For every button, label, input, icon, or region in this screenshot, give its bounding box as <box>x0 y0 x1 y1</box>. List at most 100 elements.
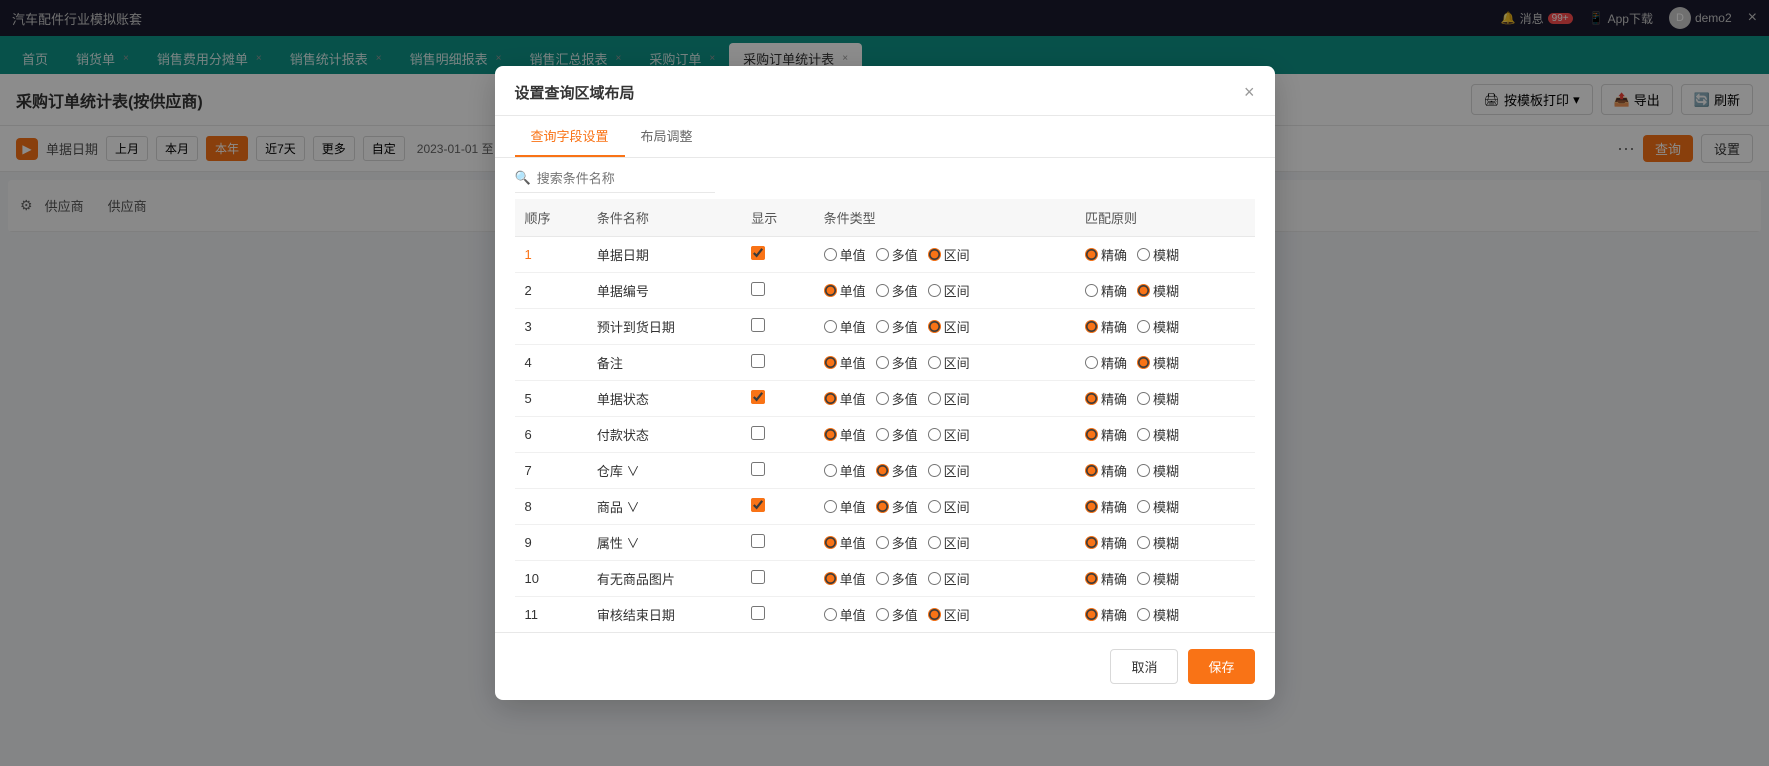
radio-match-模糊[interactable]: 模糊 <box>1137 569 1179 588</box>
cell-order: 2 <box>515 273 587 309</box>
display-checkbox[interactable] <box>751 390 765 404</box>
display-checkbox[interactable] <box>751 606 765 620</box>
radio-match-精确[interactable]: 精确 <box>1085 353 1127 372</box>
cancel-button[interactable]: 取消 <box>1110 649 1178 684</box>
display-checkbox[interactable] <box>751 246 765 260</box>
table-row: 10有无商品图片单值多值区间精确模糊 <box>515 561 1255 597</box>
radio-type-单值[interactable]: 单值 <box>824 245 866 264</box>
radio-match-模糊[interactable]: 模糊 <box>1137 317 1179 336</box>
radio-type-多值[interactable]: 多值 <box>876 245 918 264</box>
radio-match-模糊[interactable]: 模糊 <box>1137 281 1179 300</box>
radio-type-多值[interactable]: 多值 <box>876 425 918 444</box>
radio-type-多值[interactable]: 多值 <box>876 389 918 408</box>
radio-type-单值[interactable]: 单值 <box>824 389 866 408</box>
radio-type-多值[interactable]: 多值 <box>876 497 918 516</box>
radio-type-单值[interactable]: 单值 <box>824 533 866 552</box>
cell-display <box>741 561 813 597</box>
cell-name: 审核结束日期 <box>587 597 741 633</box>
radio-type-多值[interactable]: 多值 <box>876 281 918 300</box>
radio-type-区间[interactable]: 区间 <box>928 389 970 408</box>
radio-type-区间[interactable]: 区间 <box>928 281 970 300</box>
radio-type-区间[interactable]: 区间 <box>928 317 970 336</box>
radio-type-单值[interactable]: 单值 <box>824 461 866 480</box>
cell-type: 单值多值区间 <box>814 525 1075 561</box>
radio-match-模糊[interactable]: 模糊 <box>1137 533 1179 552</box>
radio-type-区间[interactable]: 区间 <box>928 461 970 480</box>
radio-match-精确[interactable]: 精确 <box>1085 533 1127 552</box>
radio-match-精确[interactable]: 精确 <box>1085 605 1127 624</box>
display-checkbox[interactable] <box>751 426 765 440</box>
radio-type-多值[interactable]: 多值 <box>876 569 918 588</box>
radio-type-区间[interactable]: 区间 <box>928 605 970 624</box>
radio-match-模糊[interactable]: 模糊 <box>1137 605 1179 624</box>
radio-type-多值[interactable]: 多值 <box>876 461 918 480</box>
cell-name: 商品 ∨ <box>587 489 741 525</box>
radio-type-多值[interactable]: 多值 <box>876 353 918 372</box>
cell-display <box>741 597 813 633</box>
table-row: 4备注单值多值区间精确模糊 <box>515 345 1255 381</box>
radio-match-精确[interactable]: 精确 <box>1085 497 1127 516</box>
radio-match-模糊[interactable]: 模糊 <box>1137 353 1179 372</box>
radio-type-单值[interactable]: 单值 <box>824 425 866 444</box>
radio-type-区间[interactable]: 区间 <box>928 425 970 444</box>
display-checkbox[interactable] <box>751 282 765 296</box>
radio-match-模糊[interactable]: 模糊 <box>1137 497 1179 516</box>
radio-type-单值[interactable]: 单值 <box>824 281 866 300</box>
modal-tab-layout-adjust[interactable]: 布局调整 <box>625 116 709 157</box>
cell-order: 7 <box>515 453 587 489</box>
display-checkbox[interactable] <box>751 534 765 548</box>
radio-type-单值[interactable]: 单值 <box>824 353 866 372</box>
radio-type-多值[interactable]: 多值 <box>876 533 918 552</box>
radio-type-区间[interactable]: 区间 <box>928 533 970 552</box>
cell-display <box>741 453 813 489</box>
radio-match-精确[interactable]: 精确 <box>1085 317 1127 336</box>
radio-match-精确[interactable]: 精确 <box>1085 389 1127 408</box>
modal-footer: 取消 保存 <box>495 632 1275 700</box>
radio-type-多值[interactable]: 多值 <box>876 605 918 624</box>
radio-type-区间[interactable]: 区间 <box>928 353 970 372</box>
radio-match-模糊[interactable]: 模糊 <box>1137 461 1179 480</box>
cell-order: 8 <box>515 489 587 525</box>
radio-match-模糊[interactable]: 模糊 <box>1137 389 1179 408</box>
table-row: 8商品 ∨单值多值区间精确模糊 <box>515 489 1255 525</box>
radio-match-精确[interactable]: 精确 <box>1085 461 1127 480</box>
radio-type-单值[interactable]: 单值 <box>824 497 866 516</box>
modal-tab-query-fields[interactable]: 查询字段设置 <box>515 116 625 157</box>
save-button[interactable]: 保存 <box>1188 649 1254 684</box>
th-order: 顺序 <box>515 199 587 237</box>
th-match: 匹配原则 <box>1075 199 1255 237</box>
th-display: 显示 <box>741 199 813 237</box>
radio-match-模糊[interactable]: 模糊 <box>1137 245 1179 264</box>
radio-match-精确[interactable]: 精确 <box>1085 569 1127 588</box>
modal-search-area: 🔍 <box>495 158 1275 199</box>
radio-type-区间[interactable]: 区间 <box>928 245 970 264</box>
search-input[interactable] <box>537 171 715 186</box>
display-checkbox[interactable] <box>751 498 765 512</box>
radio-match-精确[interactable]: 精确 <box>1085 425 1127 444</box>
display-checkbox[interactable] <box>751 462 765 476</box>
modal-overlay: 设置查询区域布局 × 查询字段设置 布局调整 🔍 顺序 <box>0 0 1769 766</box>
radio-match-模糊[interactable]: 模糊 <box>1137 425 1179 444</box>
cell-match: 精确模糊 <box>1075 345 1255 381</box>
cell-name: 有无商品图片 <box>587 561 741 597</box>
radio-type-多值[interactable]: 多值 <box>876 317 918 336</box>
cell-display <box>741 309 813 345</box>
display-checkbox[interactable] <box>751 354 765 368</box>
radio-match-精确[interactable]: 精确 <box>1085 245 1127 264</box>
cell-display <box>741 273 813 309</box>
radio-type-单值[interactable]: 单值 <box>824 317 866 336</box>
cell-type: 单值多值区间 <box>814 237 1075 273</box>
cell-match: 精确模糊 <box>1075 597 1255 633</box>
radio-type-单值[interactable]: 单值 <box>824 605 866 624</box>
display-checkbox[interactable] <box>751 570 765 584</box>
display-checkbox[interactable] <box>751 318 765 332</box>
modal-close-button[interactable]: × <box>1244 82 1255 103</box>
cell-type: 单值多值区间 <box>814 381 1075 417</box>
cell-name: 单据状态 <box>587 381 741 417</box>
radio-type-区间[interactable]: 区间 <box>928 569 970 588</box>
radio-match-精确[interactable]: 精确 <box>1085 281 1127 300</box>
cell-display <box>741 525 813 561</box>
cell-type: 单值多值区间 <box>814 489 1075 525</box>
radio-type-区间[interactable]: 区间 <box>928 497 970 516</box>
radio-type-单值[interactable]: 单值 <box>824 569 866 588</box>
